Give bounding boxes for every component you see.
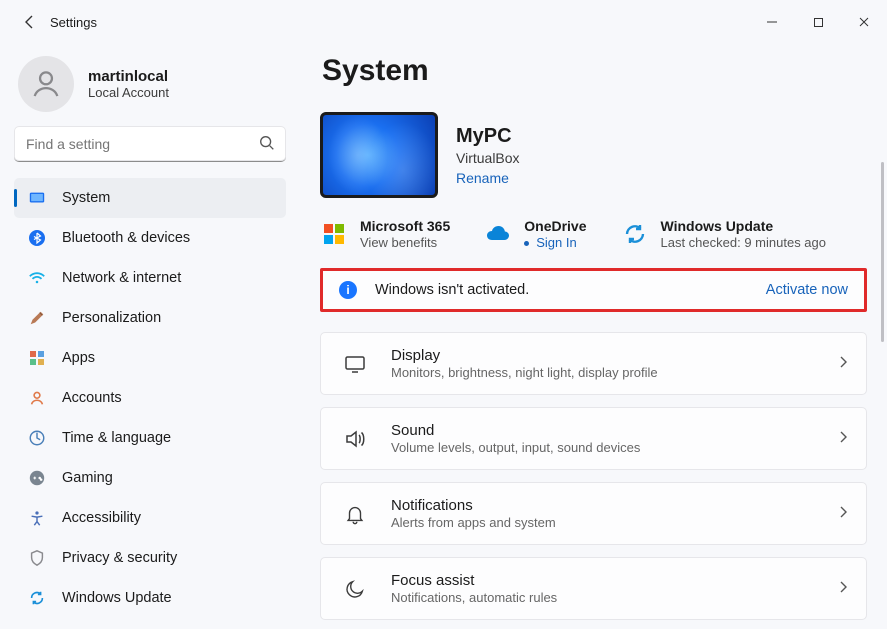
display-icon (341, 350, 369, 378)
onedrive-icon (484, 220, 512, 248)
tile-onedrive[interactable]: OneDrive Sign In (484, 218, 586, 250)
brush-icon (28, 309, 46, 327)
chevron-right-icon (836, 580, 850, 597)
tile-update[interactable]: Windows Update Last checked: 9 minutes a… (621, 218, 827, 250)
onedrive-signin[interactable]: Sign In (536, 235, 576, 250)
clock-globe-icon (28, 429, 46, 447)
update-tile-icon (621, 220, 649, 248)
tile-title: Microsoft 365 (360, 218, 450, 234)
nav-update[interactable]: Windows Update (14, 578, 286, 618)
search-input[interactable] (14, 126, 286, 162)
nav: System Bluetooth & devices Network & int… (14, 178, 286, 618)
tile-title: OneDrive (524, 218, 586, 234)
device-name: MyPC (456, 125, 520, 148)
tile-m365[interactable]: Microsoft 365 View benefits (320, 218, 450, 250)
user-icon (28, 389, 46, 407)
chevron-right-icon (836, 430, 850, 447)
nav-label: Bluetooth & devices (62, 230, 190, 246)
rename-link[interactable]: Rename (456, 170, 509, 186)
tile-sub: Last checked: 9 minutes ago (661, 235, 827, 250)
setting-notifications[interactable]: Notifications Alerts from apps and syste… (320, 482, 867, 545)
card-sub: Notifications, automatic rules (391, 590, 818, 605)
window-controls (749, 7, 887, 37)
bluetooth-icon (28, 229, 46, 247)
accessibility-icon (28, 509, 46, 527)
avatar (18, 56, 74, 112)
account-name: martinlocal (88, 68, 169, 85)
activation-banner[interactable]: i Windows isn't activated. Activate now (320, 268, 867, 312)
nav-label: Privacy & security (62, 550, 177, 566)
setting-focus[interactable]: Focus assist Notifications, automatic ru… (320, 557, 867, 620)
update-icon (28, 589, 46, 607)
titlebar: Settings (0, 0, 887, 44)
back-button[interactable] (20, 12, 40, 32)
nav-gaming[interactable]: Gaming (14, 458, 286, 498)
card-title: Focus assist (391, 572, 818, 589)
card-title: Notifications (391, 497, 818, 514)
nav-accessibility[interactable]: Accessibility (14, 498, 286, 538)
nav-label: Network & internet (62, 270, 181, 286)
activation-message: Windows isn't activated. (375, 282, 529, 298)
nav-label: Apps (62, 350, 95, 366)
wifi-icon (28, 269, 46, 287)
nav-label: Time & language (62, 430, 171, 446)
tile-sub: View benefits (360, 235, 450, 250)
nav-time[interactable]: Time & language (14, 418, 286, 458)
moon-icon (341, 575, 369, 603)
page-title: System (322, 54, 867, 88)
tile-row: Microsoft 365 View benefits OneDrive Sig… (320, 218, 867, 250)
main: System MyPC VirtualBox Rename Microsoft … (300, 44, 887, 629)
close-button[interactable] (841, 7, 887, 37)
account-block[interactable]: martinlocal Local Account (14, 56, 286, 112)
maximize-button[interactable] (795, 7, 841, 37)
chevron-right-icon (836, 355, 850, 372)
nav-system[interactable]: System (14, 178, 286, 218)
device-row: MyPC VirtualBox Rename (320, 112, 867, 198)
tile-title: Windows Update (661, 218, 827, 234)
card-sub: Alerts from apps and system (391, 515, 818, 530)
info-icon: i (339, 281, 357, 299)
minimize-button[interactable] (749, 7, 795, 37)
card-title: Sound (391, 422, 818, 439)
system-icon (28, 189, 46, 207)
activate-now-link[interactable]: Activate now (766, 282, 848, 298)
card-sub: Volume levels, output, input, sound devi… (391, 440, 818, 455)
shield-icon (28, 549, 46, 567)
nav-apps[interactable]: Apps (14, 338, 286, 378)
card-title: Display (391, 347, 818, 364)
nav-accounts[interactable]: Accounts (14, 378, 286, 418)
status-dot-icon (524, 241, 529, 246)
sidebar: martinlocal Local Account System Bluetoo… (0, 44, 300, 629)
search-icon (258, 134, 276, 155)
setting-display[interactable]: Display Monitors, brightness, night ligh… (320, 332, 867, 395)
account-type: Local Account (88, 85, 169, 100)
window-title: Settings (50, 15, 97, 30)
device-model: VirtualBox (456, 150, 520, 166)
nav-personalization[interactable]: Personalization (14, 298, 286, 338)
nav-label: Windows Update (62, 590, 172, 606)
setting-sound[interactable]: Sound Volume levels, output, input, soun… (320, 407, 867, 470)
scrollbar-thumb[interactable] (881, 162, 884, 342)
sound-icon (341, 425, 369, 453)
gaming-icon (28, 469, 46, 487)
nav-network[interactable]: Network & internet (14, 258, 286, 298)
device-thumbnail (320, 112, 438, 198)
nav-label: System (62, 190, 110, 206)
search-box (14, 126, 286, 162)
card-sub: Monitors, brightness, night light, displ… (391, 365, 818, 380)
nav-privacy[interactable]: Privacy & security (14, 538, 286, 578)
nav-label: Personalization (62, 310, 161, 326)
nav-label: Gaming (62, 470, 113, 486)
chevron-right-icon (836, 505, 850, 522)
apps-icon (28, 349, 46, 367)
nav-bluetooth[interactable]: Bluetooth & devices (14, 218, 286, 258)
nav-label: Accounts (62, 390, 122, 406)
bell-icon (341, 500, 369, 528)
m365-icon (320, 220, 348, 248)
nav-label: Accessibility (62, 510, 141, 526)
